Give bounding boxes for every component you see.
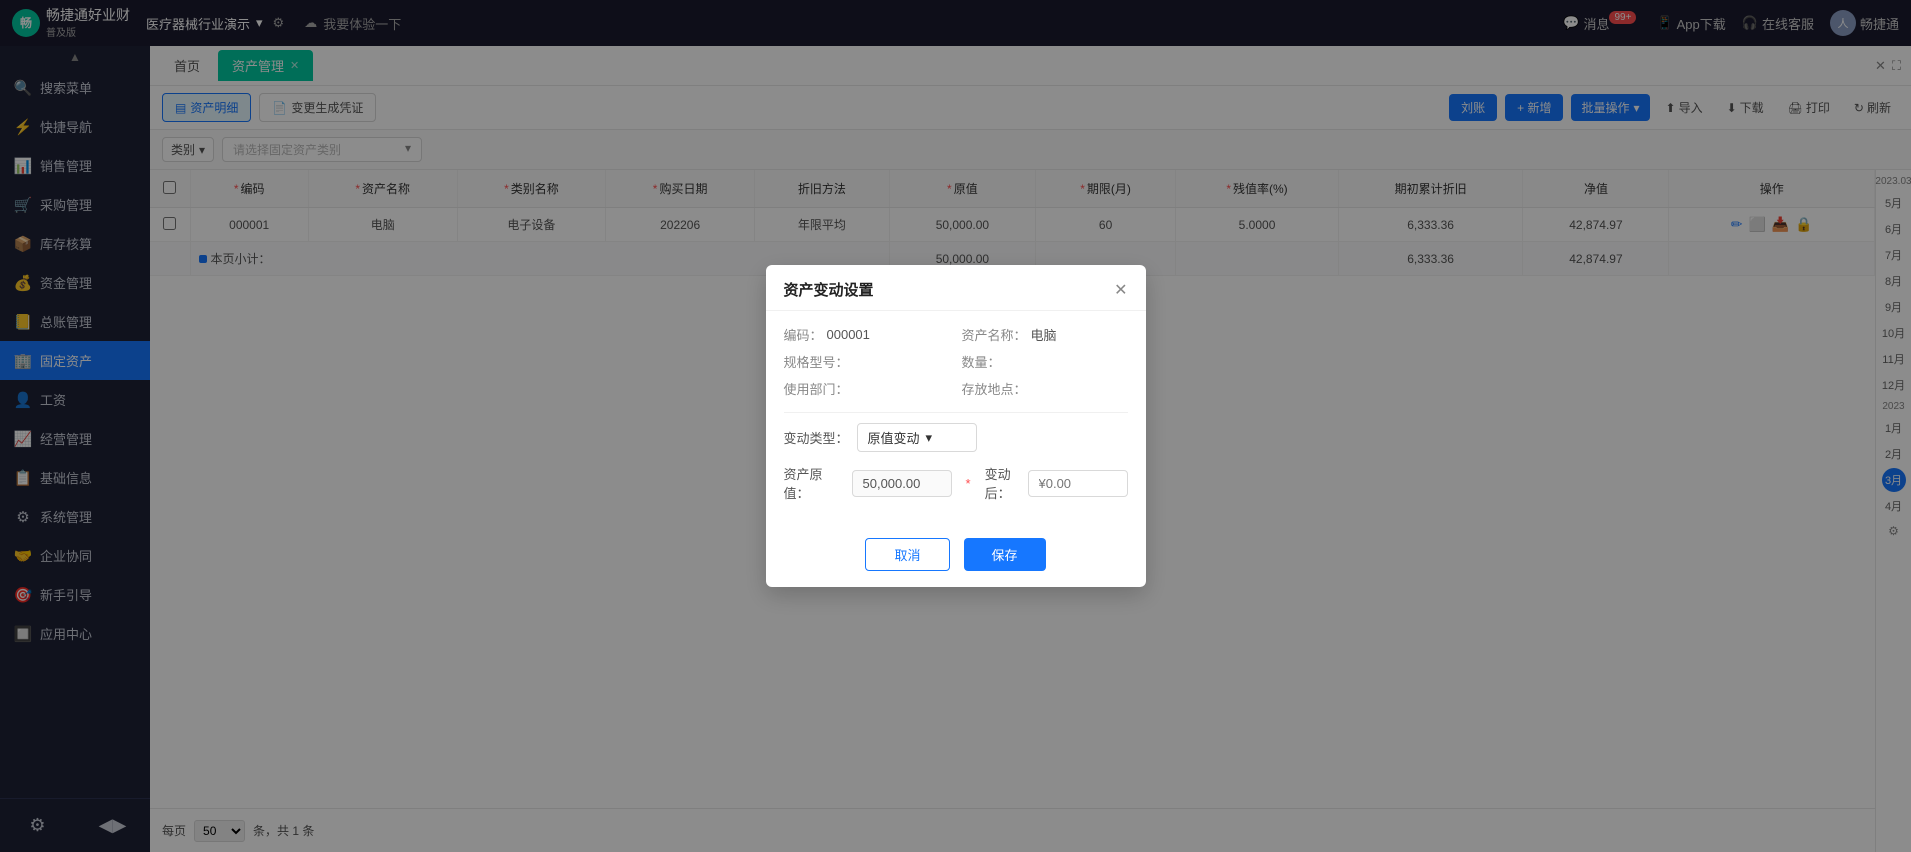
modal-original-value-display: 50,000.00: [852, 470, 952, 497]
modal-quantity-field: 数量：: [962, 352, 1128, 371]
modal-location-field: 存放地点：: [962, 379, 1128, 398]
asset-change-modal: 资产变动设置 ✕ 编码： 000001 资产名称： 电脑 规格型号： 数量：: [766, 265, 1146, 587]
modal-original-value-label: 资产原值：: [784, 464, 844, 502]
modal-change-type-select[interactable]: 原值变动 ▾: [857, 423, 977, 452]
modal-name-field: 资产名称： 电脑: [962, 325, 1128, 344]
modal-overlay: 资产变动设置 ✕ 编码： 000001 资产名称： 电脑 规格型号： 数量：: [0, 0, 1911, 852]
modal-original-value-field: 资产原值： 50,000.00 * 变动后：: [784, 464, 1128, 502]
modal-code-label: 编码：: [784, 325, 823, 344]
modal-title: 资产变动设置: [784, 279, 874, 300]
modal-name-value: 电脑: [1031, 325, 1057, 344]
modal-after-label: 变动后：: [985, 464, 1020, 502]
modal-code-value: 000001: [827, 327, 870, 342]
modal-quantity-label: 数量：: [962, 352, 1001, 371]
modal-change-type-label: 变动类型：: [784, 428, 849, 447]
modal-spec-label: 规格型号：: [784, 352, 849, 371]
modal-close-button[interactable]: ✕: [1114, 280, 1127, 300]
modal-change-type-field: 变动类型： 原值变动 ▾: [784, 423, 1128, 452]
modal-change-type-value: 原值变动: [868, 428, 920, 447]
modal-footer: 取消 保存: [766, 528, 1146, 587]
modal-body: 编码： 000001 资产名称： 电脑 规格型号： 数量： 使用部门：: [766, 311, 1146, 528]
modal-code-field: 编码： 000001: [784, 325, 950, 344]
modal-divider: [784, 412, 1128, 413]
modal-dept-label: 使用部门：: [784, 379, 849, 398]
save-button[interactable]: 保存: [964, 538, 1046, 571]
modal-after-input[interactable]: [1028, 470, 1128, 497]
modal-spec-field: 规格型号：: [784, 352, 950, 371]
modal-required-marker: *: [966, 476, 971, 491]
chevron-down-icon: ▾: [926, 430, 933, 446]
modal-header: 资产变动设置 ✕: [766, 265, 1146, 311]
modal-dept-field: 使用部门：: [784, 379, 950, 398]
cancel-button[interactable]: 取消: [865, 538, 949, 571]
modal-name-label: 资产名称：: [962, 325, 1027, 344]
modal-location-label: 存放地点：: [962, 379, 1027, 398]
modal-info-grid: 编码： 000001 资产名称： 电脑 规格型号： 数量： 使用部门：: [784, 325, 1128, 398]
